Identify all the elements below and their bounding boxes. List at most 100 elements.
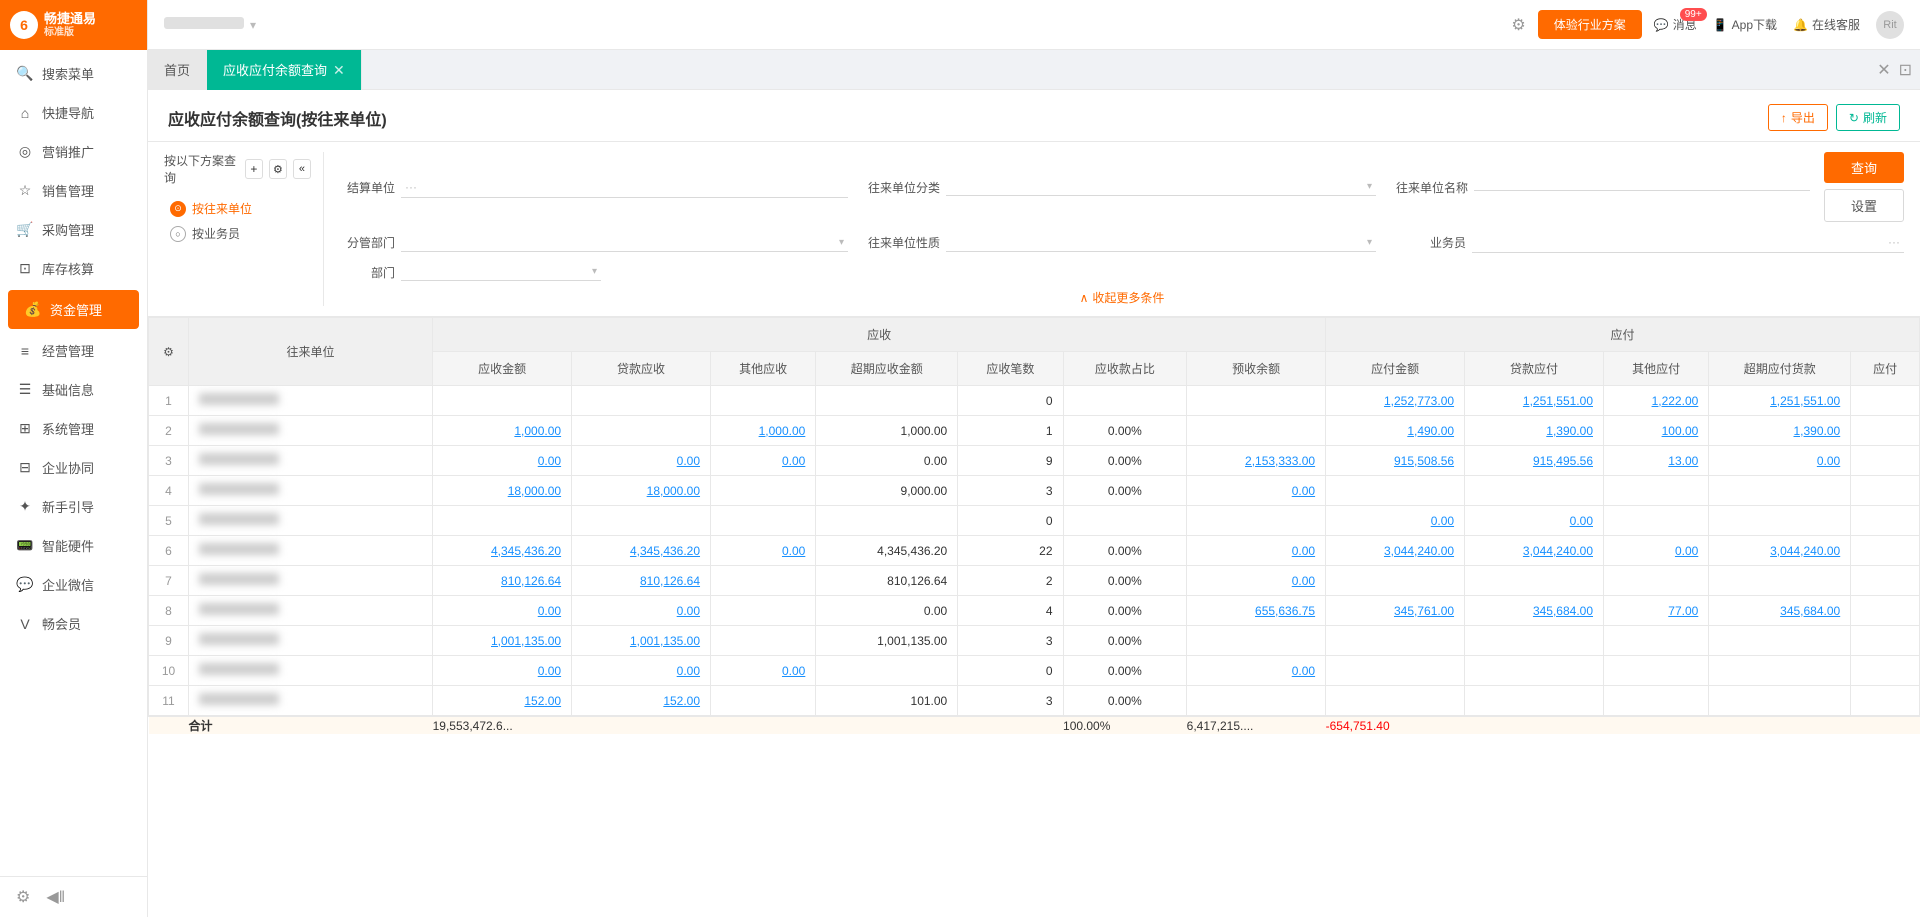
settlement-unit-input[interactable]: ··· <box>401 177 848 198</box>
sidebar-item-purchase[interactable]: 🛒 采购管理 <box>0 210 147 249</box>
th-ar-group: 应收 <box>433 318 1326 352</box>
sidebar-item-marketing-label: 营销推广 <box>42 142 94 161</box>
salesperson-input[interactable]: ··· <box>1472 232 1904 253</box>
dept-select[interactable]: ▾ <box>401 263 601 281</box>
page-header: 应收应付余额查询(按往来单位) ↑ 导出 ↻ 刷新 <box>148 90 1920 142</box>
settlement-unit-label: 结算单位 <box>340 179 395 196</box>
sidebar-item-corp[interactable]: ⊟ 企业协同 <box>0 448 147 487</box>
sidebar-settings-icon[interactable]: ⚙ <box>16 887 30 907</box>
footer-ap-loan <box>1465 716 1604 734</box>
th-ar-other: 其他应收 <box>711 352 816 386</box>
customer-nature-select[interactable]: ▾ <box>946 234 1376 252</box>
th-ar-overdue: 超期应收金额 <box>816 352 958 386</box>
sidebar-item-member[interactable]: V 畅会员 <box>0 604 147 643</box>
th-ap-overdue: 超期应付货款 <box>1709 352 1851 386</box>
table-row: 80.000.000.0040.00%655,636.75345,761.003… <box>149 596 1920 626</box>
footer-ar-other <box>711 716 816 734</box>
messages-button[interactable]: 💬 消息 99+ <box>1654 16 1697 33</box>
scheme-collapse-icon[interactable]: « <box>293 159 311 179</box>
page-title: 应收应付余额查询(按往来单位) <box>168 106 387 130</box>
sidebar-item-wechat[interactable]: 💬 企业微信 <box>0 565 147 604</box>
sidebar-item-sales[interactable]: ☆ 销售管理 <box>0 171 147 210</box>
sidebar-item-corp-label: 企业协同 <box>42 458 94 477</box>
marketing-icon: ◎ <box>16 143 34 160</box>
logo-icon: 6 <box>10 11 38 39</box>
filter-customer-nature: 往来单位性质 ▾ <box>868 232 1376 253</box>
table-row: 21,000.001,000.001,000.0010.00%1,490.001… <box>149 416 1920 446</box>
th-ap-col: 应付 <box>1851 352 1920 386</box>
tab-close-icon[interactable]: ✕ <box>333 63 345 77</box>
search-icon: 🔍 <box>16 65 34 82</box>
sidebar-item-search[interactable]: 🔍 搜索菜单 <box>0 54 147 93</box>
sidebar-item-basicinfo[interactable]: ☰ 基础信息 <box>0 370 147 409</box>
query-button[interactable]: 查询 <box>1824 152 1904 183</box>
sidebar-item-wechat-label: 企业微信 <box>42 575 94 594</box>
filter-dept-manager: 分管部门 ▾ <box>340 232 848 253</box>
th-customer: 往来单位 <box>189 318 433 386</box>
sidebar-item-warehouse[interactable]: ⊡ 库存核算 <box>0 249 147 288</box>
logo-text: 畅捷通易 标准版 <box>44 11 96 39</box>
tab-maximize-icon[interactable]: ⊡ <box>1899 60 1912 80</box>
sidebar-item-hardware[interactable]: 📟 智能硬件 <box>0 526 147 565</box>
sidebar-item-guide[interactable]: ✦ 新手引导 <box>0 487 147 526</box>
settings-button[interactable]: 设置 <box>1824 189 1904 222</box>
refresh-button[interactable]: ↻ 刷新 <box>1836 104 1900 131</box>
scheme-label: 按以下方案查询 <box>164 152 239 186</box>
logo-version: 标准版 <box>44 27 96 39</box>
sidebar-item-warehouse-label: 库存核算 <box>42 259 94 278</box>
collapse-icon: ∧ <box>1080 291 1089 305</box>
sidebar-item-finance-label: 资金管理 <box>50 300 102 319</box>
footer-ar-advance: 6,417,215.... <box>1187 716 1326 734</box>
tab-home[interactable]: 首页 <box>148 50 207 90</box>
sidebar-item-system[interactable]: ⊞ 系统管理 <box>0 409 147 448</box>
sidebar-item-operation-label: 经营管理 <box>42 341 94 360</box>
online-service-button[interactable]: 🔔 在线客服 <box>1793 16 1860 33</box>
sidebar-item-hardware-label: 智能硬件 <box>42 536 94 555</box>
footer-ap-amount[interactable]: -654,751.40 <box>1326 716 1465 734</box>
purchase-icon: 🛒 <box>16 221 34 238</box>
scheme-settings-icon[interactable]: ⚙ <box>269 159 287 179</box>
th-ar-ratio: 应收款占比 <box>1063 352 1187 386</box>
table-settings-icon[interactable]: ⚙ <box>163 345 174 359</box>
logo-name: 畅捷通易 <box>44 11 96 27</box>
collapse-more-button[interactable]: ∧ 收起更多条件 <box>340 289 1904 306</box>
filter-customer-name: 往来单位名称 查询 设置 <box>1396 152 1904 222</box>
finance-icon: 💰 <box>24 301 42 318</box>
table-row: 64,345,436.204,345,436.200.004,345,436.2… <box>149 536 1920 566</box>
sidebar-menu: 🔍 搜索菜单 ⌂ 快捷导航 ◎ 营销推广 ☆ 销售管理 🛒 采购管理 ⊡ 库存核… <box>0 50 147 876</box>
customer-category-select[interactable]: ▾ <box>946 178 1376 196</box>
export-button[interactable]: ↑ 导出 <box>1768 104 1828 131</box>
solution-button[interactable]: 体验行业方案 <box>1538 10 1642 39</box>
sidebar-logo: 6 畅捷通易 标准版 <box>0 0 147 50</box>
message-icon: 💬 <box>1654 18 1669 32</box>
sidebar-item-marketing[interactable]: ◎ 营销推广 <box>0 132 147 171</box>
sidebar-collapse-icon[interactable]: ◀‖ <box>46 887 65 907</box>
th-ap-group: 应付 <box>1326 318 1920 352</box>
customer-nature-label: 往来单位性质 <box>868 234 940 251</box>
footer-ar-amount[interactable]: 19,553,472.6... <box>433 716 572 734</box>
gear-icon[interactable]: ⚙ <box>1511 15 1525 35</box>
scheme-by-customer[interactable]: ⊙ 按往来单位 <box>164 196 311 221</box>
sidebar-item-operation[interactable]: ≡ 经营管理 <box>0 331 147 370</box>
th-ap-other: 其他应付 <box>1604 352 1709 386</box>
scheme-by-customer-label: 按往来单位 <box>192 200 252 217</box>
footer-ar-ratio: 100.00% <box>1063 716 1187 734</box>
sidebar-item-quicknav[interactable]: ⌂ 快捷导航 <box>0 93 147 132</box>
home-icon: ⌂ <box>16 105 34 121</box>
dept-manager-select[interactable]: ▾ <box>401 234 848 252</box>
customer-name-input[interactable] <box>1474 184 1810 191</box>
app-download-button[interactable]: 📱 App下载 <box>1713 16 1777 33</box>
messages-badge: 99+ <box>1680 8 1707 21</box>
scheme-by-staff[interactable]: ○ 按业务员 <box>164 221 311 246</box>
tabs-right: ✕ ⊡ <box>1877 60 1920 80</box>
user-avatar[interactable]: Rit <box>1876 11 1904 39</box>
th-ar-count: 应收笔数 <box>958 352 1063 386</box>
tab-close-window-icon[interactable]: ✕ <box>1877 60 1890 80</box>
filter-fields: 结算单位 ··· 往来单位分类 ▾ 往来单位名称 <box>324 152 1920 306</box>
tab-arquery[interactable]: 应收应付余额查询 ✕ <box>207 50 362 90</box>
th-settings[interactable]: ⚙ <box>149 318 189 386</box>
footer-ar-overdue <box>816 716 958 734</box>
sidebar-item-finance[interactable]: 💰 资金管理 <box>8 290 139 329</box>
collapse-label: 收起更多条件 <box>1092 289 1164 306</box>
add-scheme-button[interactable]: + <box>245 159 263 179</box>
